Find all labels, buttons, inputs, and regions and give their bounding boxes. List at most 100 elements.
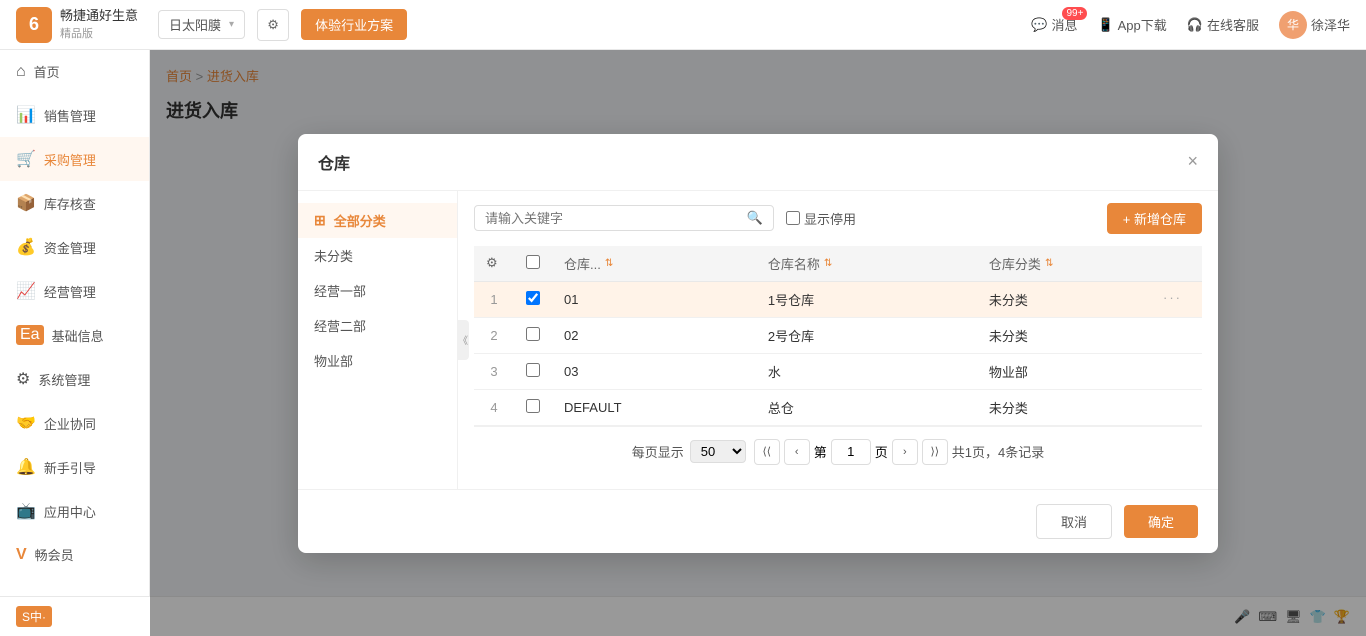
- user-profile[interactable]: 华 徐泽华: [1279, 11, 1350, 39]
- header-right: 💬 消息 99+ 📱 App下载 🎧 在线客服 华 徐泽华: [1031, 11, 1350, 39]
- category-collapse-button[interactable]: 《: [457, 320, 469, 360]
- page-unit: 页: [875, 442, 888, 461]
- category-label: 全部分类: [334, 211, 386, 230]
- row-num: 3: [474, 353, 514, 389]
- category-label: 物业部: [314, 351, 353, 370]
- app-download-button[interactable]: 📱 App下载: [1097, 15, 1166, 34]
- messages-button[interactable]: 💬 消息 99+: [1031, 15, 1077, 34]
- per-page-label: 每页显示: [632, 442, 684, 461]
- table-row[interactable]: 3 03 水 物业部: [474, 353, 1202, 389]
- logo-icon: 6: [16, 7, 52, 43]
- sort-icon: ⇅: [1045, 258, 1053, 269]
- row-check[interactable]: [526, 363, 540, 377]
- home-icon: ⌂: [16, 63, 26, 81]
- sidebar-item-system[interactable]: ⚙ 系统管理: [0, 357, 149, 401]
- disabled-checkbox[interactable]: [786, 211, 800, 225]
- store-selector[interactable]: 日太阳膜 ▾: [158, 10, 245, 39]
- sidebar-item-finance[interactable]: 💰 资金管理: [0, 225, 149, 269]
- category-property[interactable]: 物业部: [298, 343, 457, 378]
- warehouse-category: 未分类: [977, 389, 1202, 425]
- sidebar-item-label: 企业协同: [44, 414, 96, 433]
- pagination: 每页显示 50 100 ⟨⟨ ‹ 第: [474, 426, 1202, 477]
- per-page-select[interactable]: 50 100: [690, 440, 746, 463]
- category-label: 经营一部: [314, 281, 366, 300]
- per-page-selector: 每页显示 50 100: [632, 440, 746, 463]
- sidebar-item-sales[interactable]: 📊 销售管理: [0, 93, 149, 137]
- table-row[interactable]: 1 01 1号仓库 未分类···: [474, 281, 1202, 317]
- sidebar-item-inventory[interactable]: 📦 库存核查: [0, 181, 149, 225]
- table-row[interactable]: 2 02 2号仓库 未分类: [474, 317, 1202, 353]
- confirm-button[interactable]: 确定: [1124, 505, 1198, 538]
- th-checkbox: [514, 246, 552, 282]
- sidebar-item-guide[interactable]: 🔔 新手引导: [0, 445, 149, 489]
- sidebar-item-label: 资金管理: [44, 238, 96, 257]
- grid-icon: ⊞: [314, 212, 326, 229]
- search-icon[interactable]: 🔍: [747, 210, 763, 226]
- show-disabled-checkbox[interactable]: 显示停用: [786, 209, 856, 228]
- search-box: 🔍: [474, 205, 774, 231]
- sidebar-item-enterprise[interactable]: 🤝 企业协同: [0, 401, 149, 445]
- sales-icon: 📊: [16, 105, 36, 125]
- online-service-button[interactable]: 🎧 在线客服: [1187, 15, 1259, 34]
- modal-body: ⊞ 全部分类 未分类 经营一部 经营二部 物业部: [298, 191, 1218, 489]
- guide-icon: 🔔: [16, 457, 36, 477]
- next-page-button[interactable]: ›: [892, 439, 918, 465]
- page-label: 第: [814, 442, 827, 461]
- sidebar-item-operations[interactable]: 📈 经营管理: [0, 269, 149, 313]
- warehouse-name: 1号仓库: [756, 281, 977, 317]
- th-category: 仓库分类 ⇅: [977, 246, 1202, 282]
- sidebar-item-purchase[interactable]: 🛒 采购管理: [0, 137, 149, 181]
- warehouse-category: 未分类···: [977, 281, 1202, 317]
- row-actions[interactable]: ···: [1163, 290, 1182, 305]
- modal-title: 仓库: [318, 150, 350, 174]
- modal-footer: 取消 确定: [298, 489, 1218, 553]
- warehouse-category: 物业部: [977, 353, 1202, 389]
- warehouse-name: 总仓: [756, 389, 977, 425]
- category-ops1[interactable]: 经营一部: [298, 273, 457, 308]
- cancel-button[interactable]: 取消: [1036, 504, 1112, 539]
- warehouse-category: 未分类: [977, 317, 1202, 353]
- operations-icon: 📈: [16, 281, 36, 301]
- sort-icon: ⇅: [605, 258, 613, 269]
- last-page-button[interactable]: ⟩⟩: [922, 439, 948, 465]
- logo: 6 畅捷通好生意 精品版: [16, 7, 138, 43]
- th-settings: ⚙: [474, 246, 514, 282]
- prev-page-button[interactable]: ‹: [784, 439, 810, 465]
- row-check[interactable]: [526, 327, 540, 341]
- app-download-label: App下载: [1118, 15, 1167, 34]
- row-check[interactable]: [526, 399, 540, 413]
- sidebar-item-label: 畅会员: [35, 545, 74, 564]
- row-num: 2: [474, 317, 514, 353]
- inventory-icon: 📦: [16, 193, 36, 213]
- search-input[interactable]: [485, 211, 747, 226]
- category-uncategorized[interactable]: 未分类: [298, 238, 457, 273]
- sidebar-item-apps[interactable]: 📺 应用中心: [0, 489, 149, 533]
- brand-name: 畅捷通好生意: [60, 8, 138, 25]
- category-ops2[interactable]: 经营二部: [298, 308, 457, 343]
- sidebar-item-label: 采购管理: [44, 150, 96, 169]
- row-checkbox[interactable]: [514, 353, 552, 389]
- ea-icon: Ea: [16, 325, 44, 345]
- page-navigation: ⟨⟨ ‹ 第 页 › ⟩⟩ 共1页，4条记录: [754, 439, 1045, 465]
- category-all[interactable]: ⊞ 全部分类: [298, 203, 457, 238]
- enterprise-icon: 🤝: [16, 413, 36, 433]
- trial-button[interactable]: 体验行业方案: [301, 9, 407, 40]
- sidebar-item-home[interactable]: ⌂ 首页: [0, 50, 149, 93]
- category-sidebar: ⊞ 全部分类 未分类 经营一部 经营二部 物业部: [298, 191, 458, 489]
- show-disabled-label: 显示停用: [804, 209, 856, 228]
- sidebar-item-basics[interactable]: Ea 基础信息: [0, 313, 149, 357]
- mobile-icon: 📱: [1097, 17, 1113, 33]
- row-check[interactable]: [526, 291, 540, 305]
- warehouse-code: DEFAULT: [552, 389, 756, 425]
- table-row[interactable]: 4 DEFAULT 总仓 未分类: [474, 389, 1202, 425]
- row-checkbox[interactable]: [514, 317, 552, 353]
- select-all-checkbox[interactable]: [526, 255, 540, 269]
- modal-close-button[interactable]: ×: [1187, 151, 1198, 172]
- row-checkbox[interactable]: [514, 281, 552, 317]
- settings-button[interactable]: ⚙: [257, 9, 289, 41]
- page-number-input[interactable]: [831, 439, 871, 465]
- row-checkbox[interactable]: [514, 389, 552, 425]
- first-page-button[interactable]: ⟨⟨: [754, 439, 780, 465]
- sidebar-item-member[interactable]: V 畅会员: [0, 533, 149, 576]
- new-warehouse-button[interactable]: + 新增仓库: [1107, 203, 1202, 234]
